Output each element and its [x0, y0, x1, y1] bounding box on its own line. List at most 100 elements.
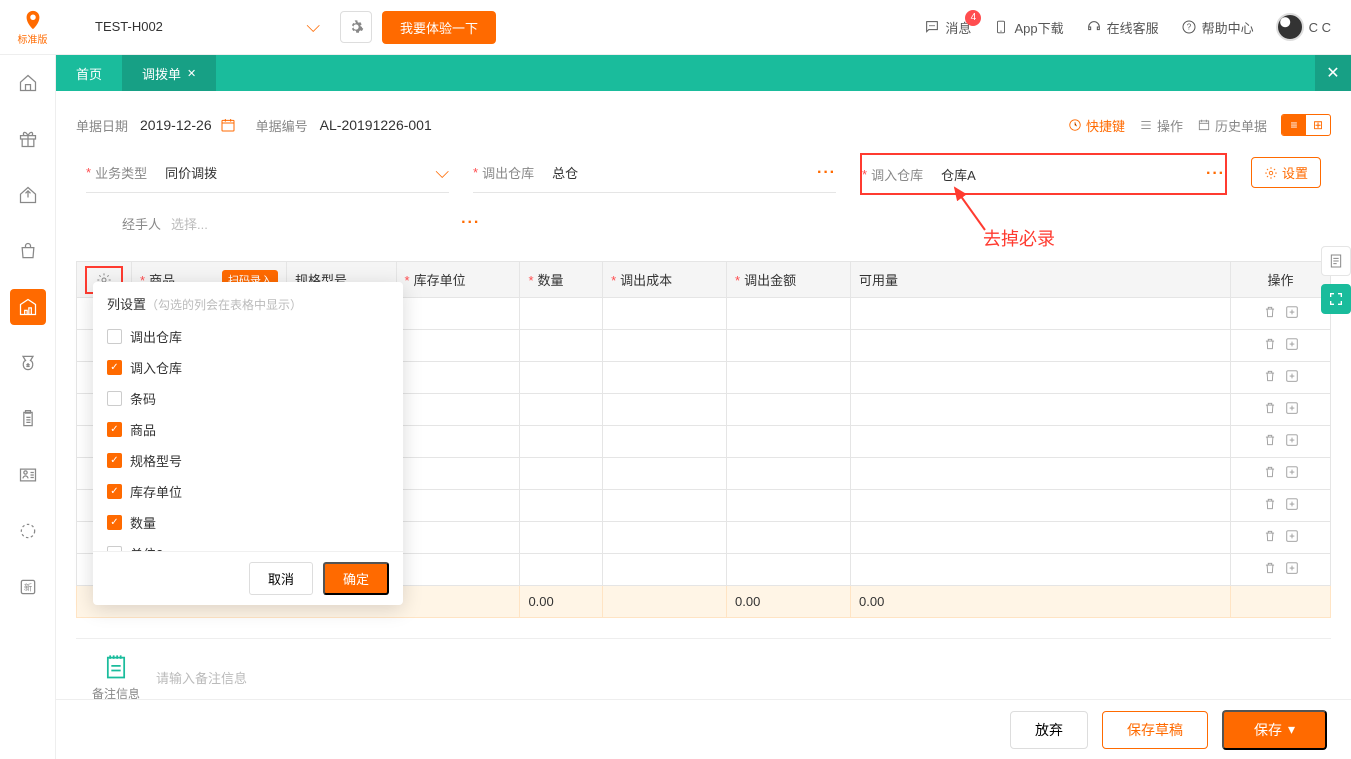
in-warehouse-field[interactable]: * 调入仓库 仓库A ··· — [860, 153, 1227, 195]
th-operate: 操作 — [1231, 262, 1331, 298]
nav-gift-icon[interactable] — [10, 121, 46, 157]
more-icon[interactable]: ··· — [1206, 165, 1225, 183]
column-settings-popover: 列设置（勾选的列会在表格中显示） 调出仓库✓调入仓库条码✓商品✓规格型号✓库存单… — [93, 282, 403, 605]
add-row-icon[interactable] — [1285, 305, 1299, 319]
nav-clipboard-icon[interactable] — [10, 401, 46, 437]
close-all-tabs[interactable]: ✕ — [1315, 55, 1351, 91]
add-row-icon[interactable] — [1285, 561, 1299, 575]
tab-home[interactable]: 首页 — [56, 55, 122, 91]
nav-warehouse-icon[interactable] — [10, 289, 46, 325]
column-option-label: 数量 — [130, 513, 156, 532]
chevron-down-icon: ▾ — [1288, 721, 1295, 738]
save-button[interactable]: 保存 ▾ — [1222, 710, 1327, 750]
add-row-icon[interactable] — [1285, 401, 1299, 415]
online-service-button[interactable]: 在线客服 — [1086, 18, 1159, 37]
delete-row-icon[interactable] — [1263, 529, 1277, 543]
more-icon[interactable]: ··· — [461, 214, 480, 232]
shortcut-link[interactable]: 快捷键 — [1068, 116, 1125, 135]
nav-home-icon[interactable] — [10, 65, 46, 101]
column-option[interactable]: ✓商品 — [107, 414, 389, 445]
notes-panel-button[interactable] — [1321, 246, 1351, 276]
message-icon — [924, 19, 940, 35]
row-ops — [1231, 362, 1331, 394]
popover-list[interactable]: 调出仓库✓调入仓库条码✓商品✓规格型号✓库存单位✓数量单位2 — [93, 321, 403, 551]
fullscreen-button[interactable] — [1321, 284, 1351, 314]
user-menu[interactable]: C C — [1276, 13, 1331, 41]
date-value[interactable]: 2019-12-26 — [140, 117, 212, 133]
add-row-icon[interactable] — [1285, 337, 1299, 351]
view-list-button[interactable]: ≡ — [1282, 115, 1306, 135]
delete-row-icon[interactable] — [1263, 305, 1277, 319]
column-option[interactable]: ✓库存单位 — [107, 476, 389, 507]
view-grid-button[interactable]: ⊞ — [1306, 115, 1330, 135]
more-icon[interactable]: ··· — [817, 164, 836, 182]
biz-type-field[interactable]: * 业务类型 同价调拨 ⌵ — [86, 153, 449, 193]
app-download-button[interactable]: App下载 — [993, 18, 1063, 37]
column-option[interactable]: 单位2 — [107, 538, 389, 551]
add-row-icon[interactable] — [1285, 465, 1299, 479]
tab-transfer[interactable]: 调拨单 ✕ — [122, 55, 216, 91]
required-mark: * — [86, 165, 91, 180]
header-right: 消息 4 App下载 在线客服 ? 帮助中心 C C — [924, 13, 1341, 41]
cancel-button[interactable]: 取消 — [249, 562, 313, 595]
column-option[interactable]: ✓数量 — [107, 507, 389, 538]
nav-money-icon[interactable] — [10, 345, 46, 381]
ok-button[interactable]: 确定 — [323, 562, 389, 595]
add-row-icon[interactable] — [1285, 369, 1299, 383]
messages-button[interactable]: 消息 4 — [924, 18, 971, 37]
handler-field[interactable]: 经手人 选择... ··· — [86, 203, 480, 243]
column-option[interactable]: ✓规格型号 — [107, 445, 389, 476]
column-option[interactable]: 条码 — [107, 383, 389, 414]
help-icon: ? — [1181, 19, 1197, 35]
footer-bar: 放弃 保存草稿 保存 ▾ — [56, 699, 1351, 759]
docno-label: 单据编号 — [256, 116, 308, 135]
logo[interactable]: 标准版 — [10, 9, 55, 46]
discard-button[interactable]: 放弃 — [1010, 711, 1088, 749]
delete-row-icon[interactable] — [1263, 337, 1277, 351]
row-ops — [1231, 298, 1331, 330]
nav-circle-icon[interactable] — [10, 513, 46, 549]
svg-text:?: ? — [1186, 23, 1191, 32]
delete-row-icon[interactable] — [1263, 465, 1277, 479]
trial-button[interactable]: 我要体验一下 — [382, 11, 496, 44]
add-row-icon[interactable] — [1285, 529, 1299, 543]
required-mark: * — [862, 167, 867, 182]
phone-icon — [993, 19, 1009, 35]
checkbox-icon — [107, 329, 122, 344]
add-row-icon[interactable] — [1285, 433, 1299, 447]
history-link[interactable]: 历史单据 — [1197, 116, 1267, 135]
form-settings-button[interactable]: 设置 — [1251, 157, 1321, 188]
delete-row-icon[interactable] — [1263, 497, 1277, 511]
close-icon[interactable]: ✕ — [187, 67, 196, 80]
in-wh-label: 调入仓库 — [871, 165, 941, 184]
handler-placeholder: 选择... — [171, 214, 461, 233]
operate-link[interactable]: 操作 — [1139, 116, 1183, 135]
total-qty: 0.00 — [520, 586, 603, 618]
calendar-icon[interactable] — [220, 117, 236, 133]
out-wh-value: 总仓 — [552, 163, 817, 182]
save-draft-button[interactable]: 保存草稿 — [1102, 711, 1208, 749]
remarks-input[interactable]: 请输入备注信息 — [156, 668, 1331, 687]
column-option[interactable]: 调出仓库 — [107, 321, 389, 352]
app-download-label: App下载 — [1014, 18, 1063, 37]
org-selector[interactable]: TEST-H002 ⌵ — [85, 11, 330, 43]
delete-row-icon[interactable] — [1263, 369, 1277, 383]
nav-bag-icon[interactable] — [10, 233, 46, 269]
nav-id-icon[interactable] — [10, 457, 46, 493]
help-center-button[interactable]: ? 帮助中心 — [1181, 18, 1254, 37]
add-row-icon[interactable] — [1285, 497, 1299, 511]
biz-type-label: 业务类型 — [95, 163, 165, 182]
delete-row-icon[interactable] — [1263, 401, 1277, 415]
in-wh-value: 仓库A — [941, 165, 1206, 184]
delete-row-icon[interactable] — [1263, 561, 1277, 575]
handler-label: 经手人 — [86, 214, 171, 233]
out-warehouse-field[interactable]: * 调出仓库 总仓 ··· — [473, 153, 836, 193]
delete-row-icon[interactable] — [1263, 433, 1277, 447]
th-unit: *库存单位 — [396, 262, 520, 298]
column-option[interactable]: ✓调入仓库 — [107, 352, 389, 383]
row-ops — [1231, 490, 1331, 522]
settings-gear-button[interactable] — [340, 11, 372, 43]
online-service-label: 在线客服 — [1107, 18, 1159, 37]
nav-new-icon[interactable]: 新 — [10, 569, 46, 605]
nav-upload-icon[interactable] — [10, 177, 46, 213]
